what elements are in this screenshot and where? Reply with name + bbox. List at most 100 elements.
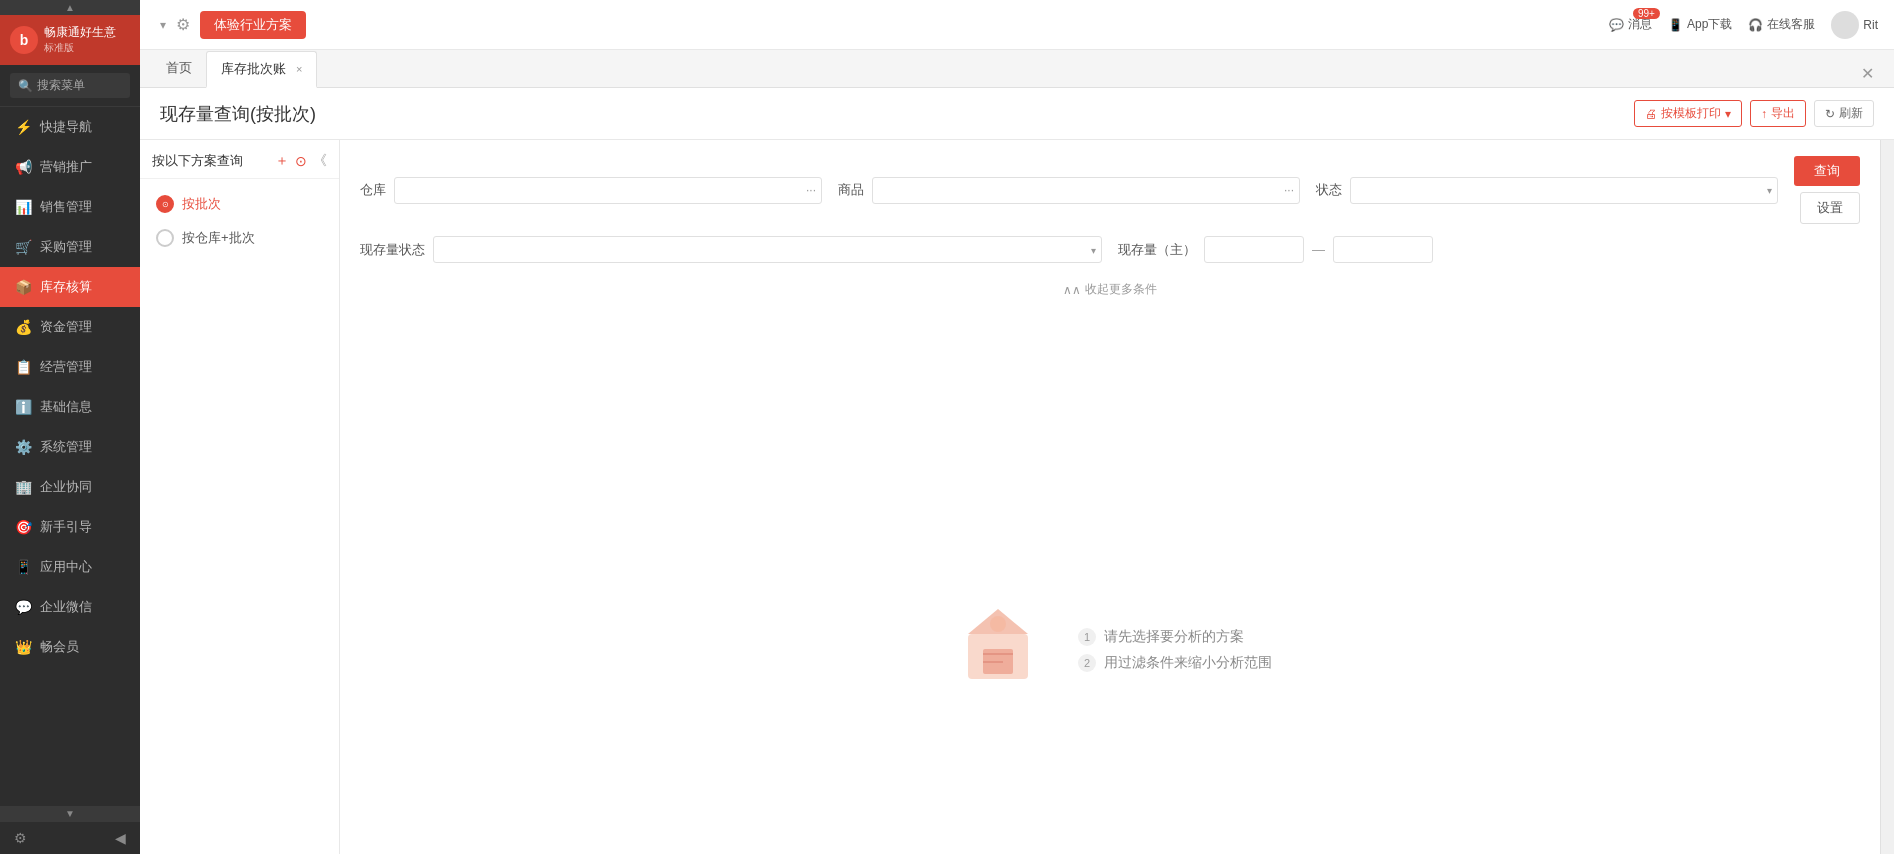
print-dropdown-icon[interactable]: ▾	[1725, 107, 1731, 121]
sidebar-item-quick-nav[interactable]: ⚡ 快捷导航	[0, 107, 140, 147]
page-content: 现存量查询(按批次) 🖨 按模板打印 ▾ ↑ 导出 ↻ 刷新	[140, 88, 1894, 854]
sidebar-label-wechat: 企业微信	[40, 598, 92, 616]
filter-panel: 仓库 ··· 商品 ···	[340, 140, 1880, 453]
sidebar-item-operations[interactable]: 📋 经营管理	[0, 347, 140, 387]
sidebar-item-basic-info[interactable]: ℹ️ 基础信息	[0, 387, 140, 427]
topbar-left: ▾ ⚙ 体验行业方案	[156, 11, 306, 39]
tab-inventory-batch[interactable]: 库存批次账 ×	[206, 51, 317, 88]
stock-qty-to-input[interactable]	[1333, 236, 1433, 263]
collapse-label: 收起更多条件	[1085, 281, 1157, 298]
right-panel-close-btn[interactable]: ✕	[1853, 60, 1882, 87]
empty-tips: 1 请先选择要分析的方案 2 用过滤条件来缩小分析范围	[1078, 628, 1272, 680]
status-select-wrapper: ▾	[1350, 177, 1778, 204]
sidebar-item-app-center[interactable]: 📱 应用中心	[0, 547, 140, 587]
warehouse-dots-icon[interactable]: ···	[806, 183, 816, 197]
warehouse-input[interactable]	[394, 177, 822, 204]
inventory-icon: 📦	[14, 279, 32, 295]
empty-state: 1 请先选择要分析的方案 2 用过滤条件来缩小分析范围	[340, 453, 1880, 854]
app-center-icon: 📱	[14, 559, 32, 575]
sidebar-item-marketing[interactable]: 📢 营销推广	[0, 147, 140, 187]
filter-scheme-settings-icon[interactable]: ⊙	[295, 153, 307, 169]
app-version: 标准版	[44, 41, 116, 55]
sidebar-label-inventory: 库存核算	[40, 278, 92, 296]
sidebar-search-area[interactable]: 🔍 搜索菜单	[0, 65, 140, 107]
topbar-gear-icon[interactable]: ⚙	[176, 15, 190, 34]
right-scrollbar[interactable]	[1880, 140, 1894, 854]
filter-item-label-batch: 按批次	[182, 195, 221, 213]
product-input-wrapper: ···	[872, 177, 1300, 204]
tab-home[interactable]: 首页	[152, 51, 206, 87]
refresh-btn[interactable]: ↻ 刷新	[1814, 100, 1874, 127]
empty-content: 1 请先选择要分析的方案 2 用过滤条件来缩小分析范围	[948, 594, 1272, 714]
search-menu-box[interactable]: 🔍 搜索菜单	[10, 73, 130, 98]
sales-icon: 📊	[14, 199, 32, 215]
online-service-action[interactable]: 🎧 在线客服	[1748, 16, 1815, 33]
warehouse-label: 仓库	[360, 181, 386, 199]
app-logo: b	[10, 26, 38, 54]
user-area[interactable]: Rit	[1831, 11, 1878, 39]
sidebar-label-operations: 经营管理	[40, 358, 92, 376]
tab-close-icon[interactable]: ×	[296, 63, 302, 75]
sidebar-item-purchase[interactable]: 🛒 采购管理	[0, 227, 140, 267]
sidebar-label-system: 系统管理	[40, 438, 92, 456]
purchase-icon: 🛒	[14, 239, 32, 255]
member-icon: 👑	[14, 639, 32, 655]
sidebar: ▲ b 畅康通好生意 标准版 🔍 搜索菜单 ⚡ 快捷导航 📢 营销推广 📊 销售…	[0, 0, 140, 854]
sidebar-item-finance[interactable]: 💰 资金管理	[0, 307, 140, 347]
phone-icon: 📱	[1668, 18, 1683, 32]
breadcrumb-dropdown[interactable]: ▾	[160, 18, 166, 32]
enterprise-icon: 🏢	[14, 479, 32, 495]
stock-status-select[interactable]	[433, 236, 1102, 263]
sidebar-scroll-down[interactable]: ▼	[0, 806, 140, 821]
filter-add-icon[interactable]: ＋	[275, 152, 289, 170]
sidebar-item-sales[interactable]: 📊 销售管理	[0, 187, 140, 227]
system-icon: ⚙️	[14, 439, 32, 455]
filter-collapse-row[interactable]: ∧∧ 收起更多条件	[360, 275, 1860, 304]
sidebar-settings-icon[interactable]: ⚙	[14, 830, 27, 846]
product-input[interactable]	[872, 177, 1300, 204]
svg-point-3	[990, 616, 1006, 632]
sidebar-item-system[interactable]: ⚙️ 系统管理	[0, 427, 140, 467]
settings-btn[interactable]: 设置	[1800, 192, 1860, 224]
stock-status-filter-group: 现存量状态 ▾	[360, 236, 1102, 263]
template-print-btn[interactable]: 🖨 按模板打印 ▾	[1634, 100, 1742, 127]
export-icon: ↑	[1761, 107, 1767, 121]
topbar: ▾ ⚙ 体验行业方案 💬 消息 99+ 📱 App下载 🎧 在线客服 Rit	[140, 0, 1894, 50]
page-header: 现存量查询(按批次) 🖨 按模板打印 ▾ ↑ 导出 ↻ 刷新	[140, 88, 1894, 140]
product-filter-group: 商品 ···	[838, 177, 1300, 204]
sidebar-item-enterprise[interactable]: 🏢 企业协同	[0, 467, 140, 507]
sidebar-collapse-icon[interactable]: ◀	[115, 830, 126, 846]
query-btn[interactable]: 查询	[1794, 156, 1860, 186]
filter-item-by-batch[interactable]: ⊙ 按批次	[140, 187, 339, 221]
body-area: 按以下方案查询 ＋ ⊙ 《 ⊙ 按批次 按仓库+批次	[140, 140, 1894, 854]
message-badge: 99+	[1633, 8, 1660, 19]
filter-item-by-warehouse-batch[interactable]: 按仓库+批次	[140, 221, 339, 255]
filter-sidebar: 按以下方案查询 ＋ ⊙ 《 ⊙ 按批次 按仓库+批次	[140, 140, 340, 854]
sidebar-label-finance: 资金管理	[40, 318, 92, 336]
sidebar-label-quick-nav: 快捷导航	[40, 118, 92, 136]
sidebar-label-app-center: 应用中心	[40, 558, 92, 576]
export-btn[interactable]: ↑ 导出	[1750, 100, 1806, 127]
active-tab-label: 库存批次账	[221, 60, 286, 78]
topbar-right: 💬 消息 99+ 📱 App下载 🎧 在线客服 Rit	[1609, 11, 1878, 39]
sidebar-label-sales: 销售管理	[40, 198, 92, 216]
product-dots-icon[interactable]: ···	[1284, 183, 1294, 197]
sidebar-item-newbie[interactable]: 🎯 新手引导	[0, 507, 140, 547]
app-download-action[interactable]: 📱 App下载	[1668, 16, 1732, 33]
sidebar-item-inventory[interactable]: 📦 库存核算	[0, 267, 140, 307]
filter-actions: 查询 设置	[1794, 156, 1860, 224]
sidebar-scroll-up[interactable]: ▲	[0, 0, 140, 15]
filter-header-icons: ＋ ⊙ 《	[275, 152, 327, 170]
app-download-label: App下载	[1687, 16, 1732, 33]
trial-btn[interactable]: 体验行业方案	[200, 11, 306, 39]
sidebar-item-wechat[interactable]: 💬 企业微信	[0, 587, 140, 627]
sidebar-item-member[interactable]: 👑 畅会员	[0, 627, 140, 667]
basic-info-icon: ℹ️	[14, 399, 32, 415]
filter-row-1: 仓库 ··· 商品 ···	[360, 156, 1860, 224]
filter-sidebar-collapse-icon[interactable]: 《	[313, 152, 327, 170]
status-select[interactable]	[1350, 177, 1778, 204]
filter-item-label-warehouse: 按仓库+批次	[182, 229, 255, 247]
message-action[interactable]: 💬 消息 99+	[1609, 16, 1652, 33]
tip-text-1: 请先选择要分析的方案	[1104, 628, 1244, 646]
stock-qty-from-input[interactable]	[1204, 236, 1304, 263]
